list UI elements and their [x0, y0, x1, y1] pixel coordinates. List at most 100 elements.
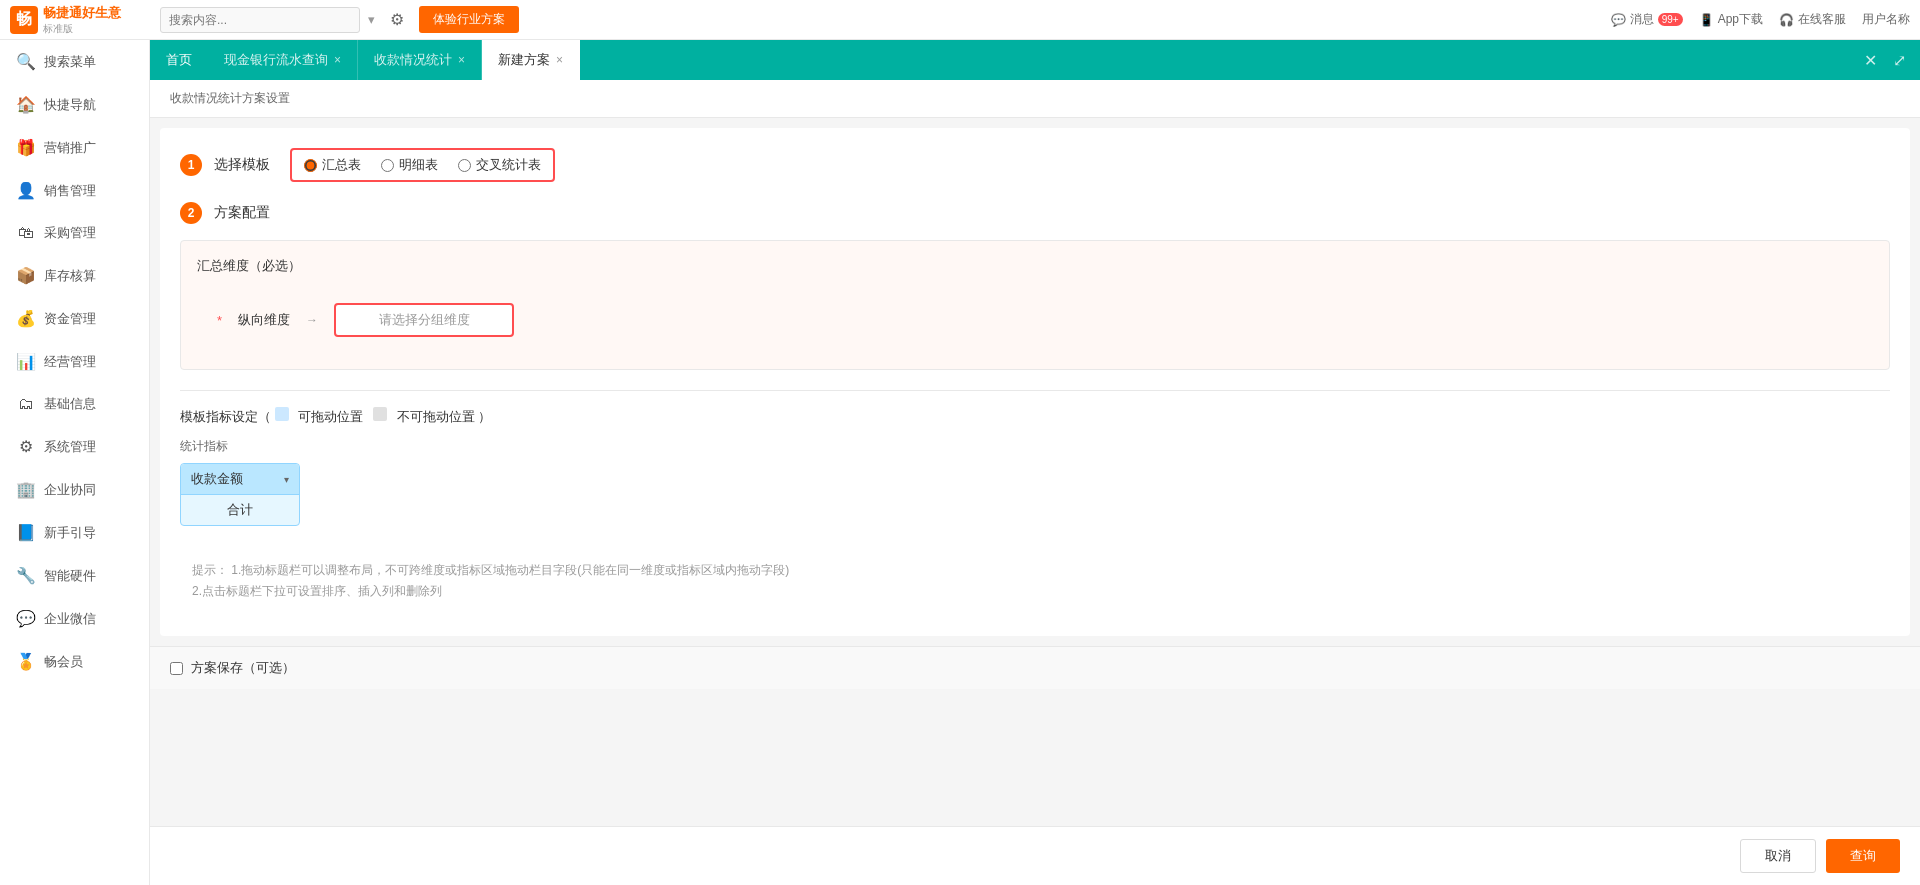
stats-section: 统计指标 收款金额 ▾ 合计: [180, 438, 1890, 526]
tab-new-plan[interactable]: 新建方案 ×: [482, 40, 580, 80]
stats-card-header[interactable]: 收款金额 ▾: [181, 464, 299, 495]
step2-label: 方案配置: [214, 204, 270, 222]
sales-icon: 👤: [16, 181, 36, 200]
sidebar-label-newbie: 新手引导: [44, 524, 96, 542]
dimension-select-box[interactable]: 请选择分组维度: [334, 303, 514, 337]
indicator-row: 模板指标设定（ 可拖动位置 不可拖动位置 ）: [180, 407, 1890, 426]
message-icon: 💬: [1611, 13, 1626, 27]
stats-section-label: 统计指标: [180, 438, 1890, 455]
sidebar-label-member: 畅会员: [44, 653, 83, 671]
dimension-title: 汇总维度（必选）: [197, 257, 1873, 275]
tab-new-plan-close[interactable]: ×: [556, 53, 563, 67]
sidebar-item-smart-hw[interactable]: 🔧 智能硬件: [0, 554, 149, 597]
tab-bank-flow-close[interactable]: ×: [334, 53, 341, 67]
sidebar: 🔍 搜索菜单 🏠 快捷导航 🎁 营销推广 👤 销售管理 🛍 采购管理 📦 库存核…: [0, 40, 150, 885]
message-badge: 99+: [1658, 13, 1683, 26]
bottom-bar: 取消 查询: [150, 826, 1920, 885]
tab-home[interactable]: 首页: [150, 40, 208, 80]
wechat-icon: 💬: [16, 609, 36, 628]
enterprise-icon: 🏢: [16, 480, 36, 499]
stats-card-dropdown-icon[interactable]: ▾: [284, 474, 289, 485]
newbie-icon: 📘: [16, 523, 36, 542]
home-icon: 🏠: [16, 95, 36, 114]
tab-bank-flow-label: 现金银行流水查询: [224, 51, 328, 69]
template-option-summary-label: 汇总表: [322, 156, 361, 174]
cancel-button[interactable]: 取消: [1740, 839, 1816, 873]
system-icon: ⚙: [16, 437, 36, 456]
sidebar-label-marketing: 营销推广: [44, 139, 96, 157]
stats-card-body: 合计: [181, 495, 299, 525]
radio-cross[interactable]: [458, 159, 471, 172]
settings-gear-button[interactable]: ⚙: [383, 6, 411, 34]
trial-industry-button[interactable]: 体验行业方案: [419, 6, 519, 33]
step1-section: 1 选择模板 汇总表 明细表: [180, 148, 1890, 182]
save-plan-checkbox[interactable]: [170, 662, 183, 675]
tab-maximize-button[interactable]: ⤢: [1887, 47, 1912, 74]
sidebar-item-sales[interactable]: 👤 销售管理: [0, 169, 149, 212]
draggable-indicator-icon: [275, 407, 289, 421]
sidebar-item-purchase[interactable]: 🛍 采购管理: [0, 212, 149, 254]
logo-sub: 标准版: [43, 22, 121, 36]
sidebar-item-operation[interactable]: 📊 经营管理: [0, 340, 149, 383]
tips-section: 提示： 1.拖动标题栏可以调整布局，不可跨维度或指标区域拖动栏目字段(只能在同一…: [180, 550, 1890, 616]
app-download-icon: 📱: [1699, 13, 1714, 27]
tab-bank-flow[interactable]: 现金银行流水查询 ×: [208, 40, 358, 80]
tab-bar: 首页 现金银行流水查询 × 收款情况统计 × 新建方案 × ✕ ⤢: [150, 40, 1920, 80]
sidebar-label-enterprise-wechat: 企业微信: [44, 610, 96, 628]
header-search: ▾ ⚙ 体验行业方案: [160, 6, 1611, 34]
smart-hw-icon: 🔧: [16, 566, 36, 585]
template-option-detail[interactable]: 明细表: [381, 156, 438, 174]
page-content: 收款情况统计方案设置 1 选择模板 汇总表: [150, 80, 1920, 826]
no-drag-indicator-icon: [373, 407, 387, 421]
template-option-detail-label: 明细表: [399, 156, 438, 174]
sidebar-item-system[interactable]: ⚙ 系统管理: [0, 425, 149, 468]
breadcrumb-text: 收款情况统计方案设置: [170, 91, 290, 105]
sidebar-item-enterprise-coop[interactable]: 🏢 企业协同: [0, 468, 149, 511]
vertical-dimension-label: 纵向维度: [238, 311, 290, 329]
online-service-button[interactable]: 🎧 在线客服: [1779, 11, 1846, 28]
user-info[interactable]: 用户名称: [1862, 11, 1910, 28]
query-button[interactable]: 查询: [1826, 839, 1900, 873]
template-option-summary[interactable]: 汇总表: [304, 156, 361, 174]
form-area: 1 选择模板 汇总表 明细表: [160, 128, 1910, 636]
tab-receipt-stats-label: 收款情况统计: [374, 51, 452, 69]
sidebar-label-operation: 经营管理: [44, 353, 96, 371]
template-option-cross[interactable]: 交叉统计表: [458, 156, 541, 174]
sidebar-label-sales: 销售管理: [44, 182, 96, 200]
finance-icon: 💰: [16, 309, 36, 328]
sidebar-item-marketing[interactable]: 🎁 营销推广: [0, 126, 149, 169]
search-input[interactable]: [160, 7, 360, 33]
template-options-box: 汇总表 明细表 交叉统计表: [290, 148, 555, 182]
main-container: 🔍 搜索菜单 🏠 快捷导航 🎁 营销推广 👤 销售管理 🛍 采购管理 📦 库存核…: [0, 40, 1920, 885]
app-download-button[interactable]: 📱 App下载: [1699, 11, 1763, 28]
radio-detail[interactable]: [381, 159, 394, 172]
basic-info-icon: 🗂: [16, 395, 36, 413]
dropdown-arrow-icon[interactable]: ▾: [368, 12, 375, 27]
sidebar-label-purchase: 采购管理: [44, 224, 96, 242]
sidebar-item-enterprise-wechat[interactable]: 💬 企业微信: [0, 597, 149, 640]
sidebar-item-inventory[interactable]: 📦 库存核算: [0, 254, 149, 297]
sidebar-item-basic-info[interactable]: 🗂 基础信息: [0, 383, 149, 425]
stats-card-header-label: 收款金额: [191, 470, 243, 488]
sidebar-label-basic-info: 基础信息: [44, 395, 96, 413]
sidebar-item-quick-nav[interactable]: 🏠 快捷导航: [0, 83, 149, 126]
save-option-label: 方案保存（可选）: [191, 659, 295, 677]
tab-bar-right: ✕ ⤢: [1858, 47, 1920, 74]
tab-receipt-stats[interactable]: 收款情况统计 ×: [358, 40, 482, 80]
sidebar-item-search-menu[interactable]: 🔍 搜索菜单: [0, 40, 149, 83]
tab-close-window-button[interactable]: ✕: [1858, 47, 1883, 74]
sidebar-label-inventory: 库存核算: [44, 267, 96, 285]
step2-section: 2 方案配置 汇总维度（必选） * 纵向维度 → 请选择分组维度: [180, 202, 1890, 616]
logo-text: 畅捷通好生意: [43, 4, 121, 22]
radio-summary[interactable]: [304, 159, 317, 172]
breadcrumb: 收款情况统计方案设置: [150, 80, 1920, 118]
stats-card: 收款金额 ▾ 合计: [180, 463, 300, 526]
messages-label: 消息: [1630, 11, 1654, 28]
tab-receipt-stats-close[interactable]: ×: [458, 53, 465, 67]
tip-item-2: 2.点击标题栏下拉可设置排序、插入列和删除列: [192, 583, 1878, 600]
sidebar-item-member[interactable]: 🏅 畅会员: [0, 640, 149, 683]
sidebar-label-system: 系统管理: [44, 438, 96, 456]
sidebar-item-newbie[interactable]: 📘 新手引导: [0, 511, 149, 554]
sidebar-item-finance[interactable]: 💰 资金管理: [0, 297, 149, 340]
messages-button[interactable]: 💬 消息 99+: [1611, 11, 1683, 28]
